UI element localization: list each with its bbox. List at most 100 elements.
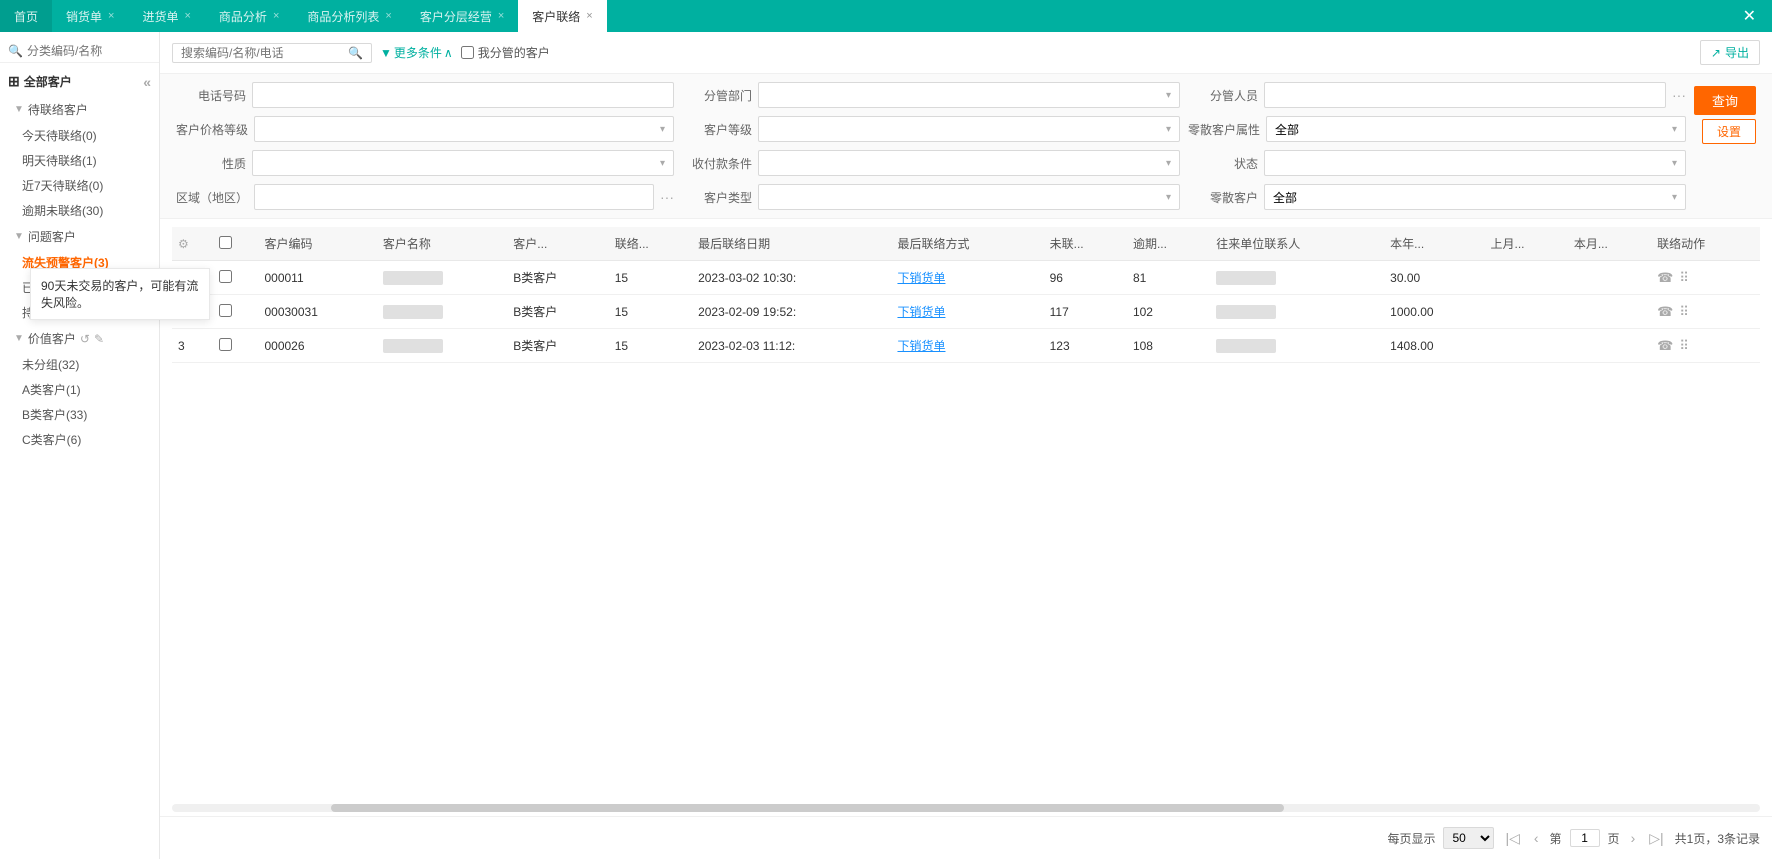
col-contact-count[interactable]: 联络... [609,227,692,261]
contact-icon[interactable]: ☎ [1657,338,1673,354]
my-customers-check[interactable] [461,46,474,59]
sidebar-item-tomorrow-pending[interactable]: 明天待联络(1) [0,148,159,173]
price-grade-select[interactable]: ▾ [254,116,674,142]
status-select[interactable]: ▾ [1264,150,1686,176]
col-last-method[interactable]: 最后联络方式 [891,227,1043,261]
search-button[interactable]: 🔍 [348,46,363,60]
search-icon: 🔍 [8,44,23,58]
search-input[interactable] [181,46,348,60]
region-label: 区域（地区） [176,189,248,206]
more-conditions-button[interactable]: ▼ 更多条件 ∧ [380,44,453,61]
scrollbar-thumb[interactable] [331,804,1284,812]
tab-sales-order[interactable]: 销货单 × [52,0,128,32]
nature-label: 性质 [176,155,246,172]
tab-customer-tier[interactable]: 客户分层经营 × [406,0,518,32]
close-icon[interactable]: × [108,10,114,22]
next-page-button[interactable]: › [1628,830,1639,846]
sidebar-group-value[interactable]: ▼ 价值客户 ↺ ✎ [0,325,159,352]
chevron-left-icon: « [143,74,151,90]
tab-purchase-order[interactable]: 进货单 × [128,0,204,32]
tab-product-analysis-list[interactable]: 商品分析列表 × [293,0,405,32]
menu-icon[interactable]: ⠿ [1679,304,1689,320]
region-select[interactable] [254,184,654,210]
customer-type-select[interactable]: ▾ [758,184,1180,210]
close-icon[interactable]: × [184,10,190,22]
col-name[interactable]: 客户名称 [377,227,507,261]
contact-icon[interactable]: ☎ [1657,304,1673,320]
page-size-select[interactable]: 50 100 200 [1443,827,1494,849]
col-settings[interactable]: ⚙ [172,227,213,261]
sidebar-item-overdue-pending[interactable]: 逾期未联络(30) [0,198,159,223]
row-last-method[interactable]: 下销货单 [891,329,1043,363]
sidebar-item-week-pending[interactable]: 近7天待联络(0) [0,173,159,198]
col-last-month[interactable]: 上月... [1484,227,1567,261]
col-code[interactable]: 客户编码 [258,227,376,261]
dept-select[interactable]: ▾ [758,82,1180,108]
current-page-label: 第 [1550,830,1562,847]
filter-row-1: 电话号码 分管部门 ▾ 分管人员 [176,82,1686,108]
payment-select[interactable]: ▾ [758,150,1180,176]
sidebar-all-customers[interactable]: ⊞ 全部客户 « [0,67,159,96]
sidebar-item-class-a[interactable]: A类客户(1) [0,377,159,402]
close-icon[interactable]: × [586,10,592,22]
sidebar-item-class-c[interactable]: C类客户(6) [0,427,159,452]
my-customers-checkbox[interactable]: 我分管的客户 [461,44,550,61]
phone-input[interactable] [252,82,674,108]
first-page-button[interactable]: |◁ [1502,830,1522,847]
tab-home[interactable]: 首页 [0,0,52,32]
customer-grade-select[interactable]: ▾ [758,116,1180,142]
menu-icon[interactable]: ⠿ [1679,270,1689,286]
horizontal-scrollbar[interactable] [172,804,1760,812]
row-name [377,329,507,363]
tab-product-analysis[interactable]: 商品分析 × [205,0,293,32]
sidebar-item-ungrouped[interactable]: 未分组(32) [0,352,159,377]
sidebar-search-input[interactable] [27,44,151,58]
col-this-year[interactable]: 本年... [1384,227,1484,261]
prev-page-button[interactable]: ‹ [1531,830,1542,846]
sidebar-group-problem[interactable]: ▼ 问题客户 [0,223,159,250]
tab-customer-contact[interactable]: 客户联络 × [518,0,606,32]
sidebar-item-today-pending[interactable]: 今天待联络(0) [0,123,159,148]
settings-button[interactable]: 设置 [1702,119,1756,144]
contact-icon[interactable]: ☎ [1657,270,1673,286]
row-last-method[interactable]: 下销货单 [891,261,1043,295]
select-all-checkbox[interactable] [219,236,232,249]
page-number-input[interactable] [1570,829,1600,847]
row-checkbox[interactable] [213,295,258,329]
search-bar[interactable]: 🔍 [172,43,372,63]
sidebar-item-class-b[interactable]: B类客户(33) [0,402,159,427]
chevron-down-icon: ▾ [1672,124,1677,135]
last-page-button[interactable]: ▷| [1646,830,1666,847]
close-icon[interactable]: × [273,10,279,22]
filter-scatter-attr: 零散客户属性 全部 ▾ [1188,116,1686,142]
col-last-date[interactable]: 最后联络日期 [692,227,891,261]
menu-icon[interactable]: ⠿ [1679,338,1689,354]
more-dots-icon[interactable]: ··· [1672,87,1686,103]
nature-select[interactable]: ▾ [252,150,674,176]
edit-icon[interactable]: ✎ [94,332,104,346]
close-icon[interactable]: × [498,10,504,22]
row-last-date: 2023-02-09 19:52: [692,295,891,329]
settings-icon[interactable]: ⚙ [178,237,189,251]
export-button[interactable]: ↗ 导出 [1700,40,1760,65]
more-dots-icon[interactable]: ··· [660,189,674,205]
col-contact-person[interactable]: 往来单位联系人 [1210,227,1384,261]
window-close-button[interactable]: ✕ [1727,6,1772,26]
col-this-month[interactable]: 本月... [1568,227,1651,261]
sidebar-group-pending[interactable]: ▼ 待联络客户 [0,96,159,123]
scatter-attr-select[interactable]: 全部 ▾ [1266,116,1686,142]
close-icon[interactable]: × [385,10,391,22]
status-label: 状态 [1188,155,1258,172]
col-no-contact[interactable]: 未联... [1044,227,1127,261]
row-checkbox[interactable] [213,329,258,363]
row-checkbox[interactable] [213,261,258,295]
col-checkbox[interactable] [213,227,258,261]
query-button[interactable]: 查询 [1694,86,1756,115]
manager-select[interactable] [1264,82,1666,108]
col-type[interactable]: 客户... [507,227,608,261]
col-overdue[interactable]: 逾期... [1127,227,1210,261]
refresh-icon[interactable]: ↺ [80,332,90,346]
retail-select[interactable]: 全部 ▾ [1264,184,1686,210]
sidebar-search-bar[interactable]: 🔍 [0,40,159,63]
row-last-method[interactable]: 下销货单 [891,295,1043,329]
